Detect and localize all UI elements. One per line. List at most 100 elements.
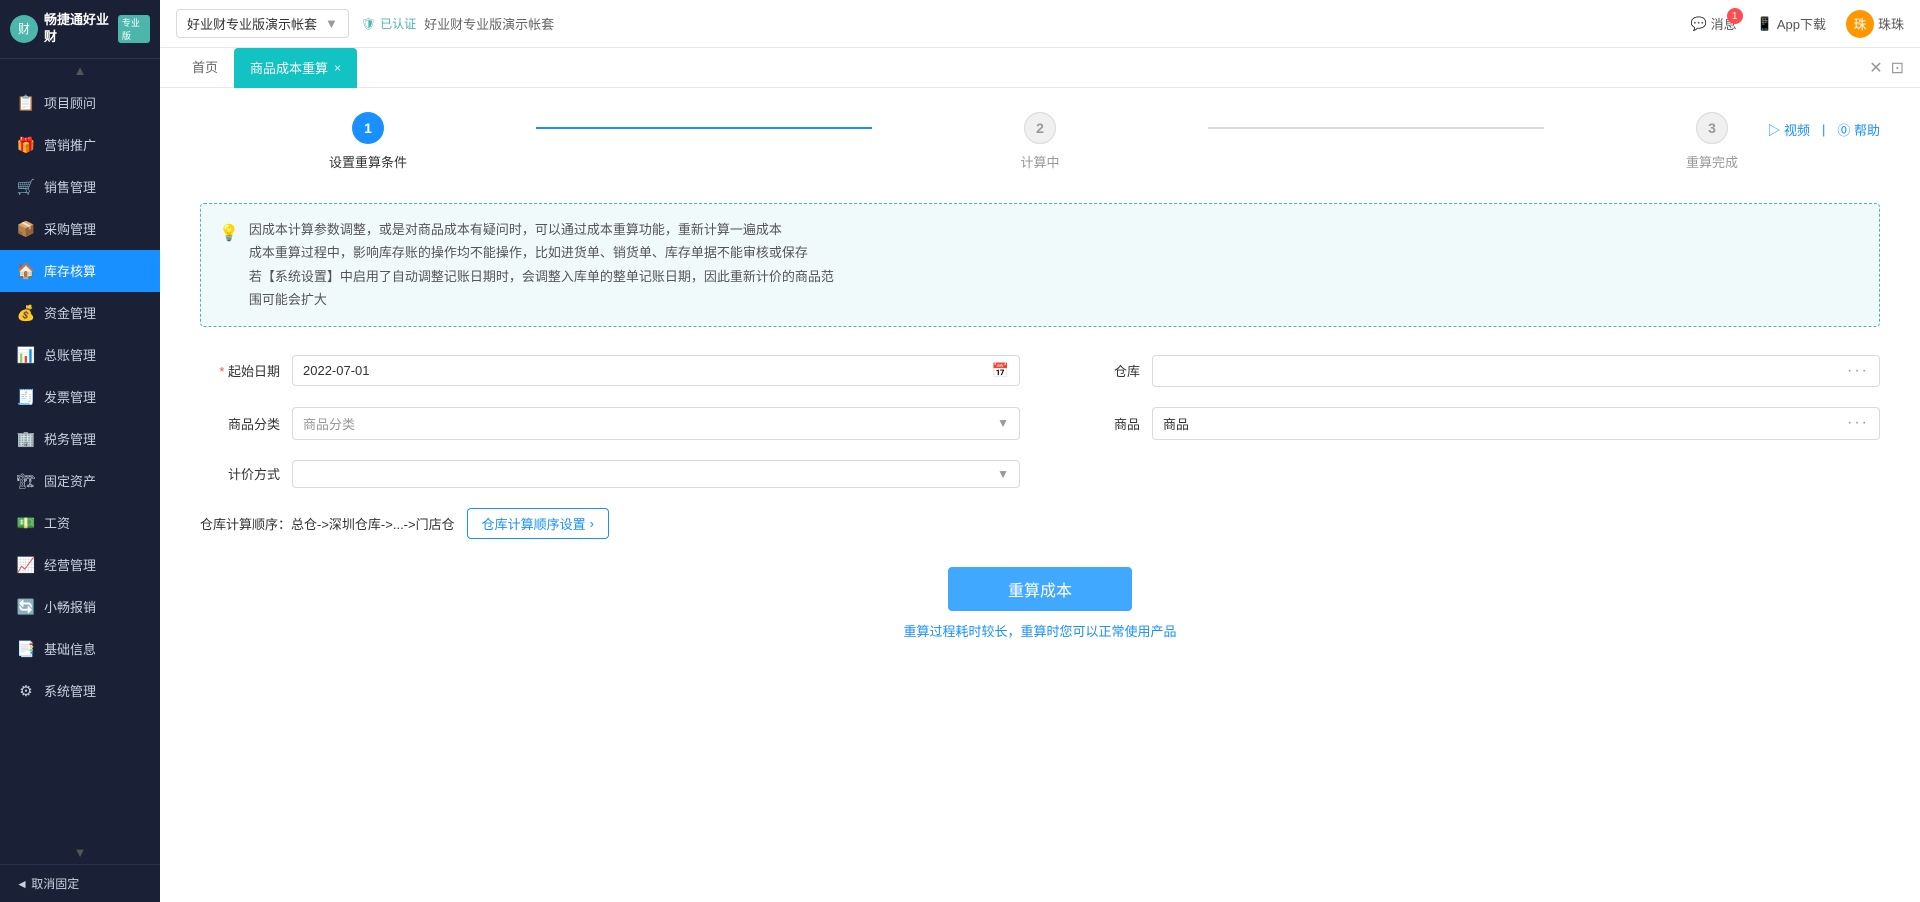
notice-line-4: 围可能会扩大 <box>249 288 834 311</box>
chevron-down-icon: ▼ <box>325 16 338 31</box>
step-1-label: 设置重算条件 <box>329 152 407 171</box>
tab-home-label: 首页 <box>192 57 218 76</box>
doc-help[interactable]: ⓪ 帮助 <box>1837 120 1880 139</box>
form-row-3: 计价方式 ▼ <box>200 460 1880 488</box>
sidebar-item-finance[interactable]: 💰 资金管理 <box>0 292 160 334</box>
step-2-circle: 2 <box>1024 112 1056 144</box>
pricing-select[interactable]: ▼ <box>292 460 1020 488</box>
message-action[interactable]: 💬 消息 1 <box>1690 14 1736 33</box>
chevron-down-icon: ▼ <box>997 416 1009 430</box>
sidebar-item-inventory[interactable]: 🏠 库存核算 <box>0 250 160 292</box>
step-1: 1 设置重算条件 <box>200 112 536 171</box>
notice-content: 因成本计算参数调整，或是对商品成本有疑问时，可以通过成本重算功能，重新计算一遍成… <box>249 218 834 312</box>
category-select[interactable]: 商品分类 ▼ <box>292 407 1020 440</box>
accounting-icon: 📊 <box>16 345 36 365</box>
scroll-down[interactable]: ▼ <box>0 841 160 864</box>
start-date-input[interactable]: 2022-07-01 📅 <box>292 355 1020 386</box>
product-field: 商品 商品 ··· <box>1060 407 1880 440</box>
shield-icon: 🛡 <box>361 17 376 31</box>
salary-icon: 💵 <box>16 513 36 533</box>
video-help[interactable]: ▷ 视频 <box>1767 120 1810 139</box>
step-3-circle: 3 <box>1696 112 1728 144</box>
tabs-bar: 首页 商品成本重算 × ✕ ⊡ <box>160 48 1920 88</box>
page-content: 1 设置重算条件 2 计算中 3 重算完成 ▷ 视频 | ⓪ <box>160 88 1920 902</box>
category-placeholder: 商品分类 <box>303 414 355 433</box>
sidebar-item-label: 营销推广 <box>44 135 96 154</box>
sidebar-item-purchase[interactable]: 📦 采购管理 <box>0 208 160 250</box>
sidebar-item-basic[interactable]: 📑 基础信息 <box>0 628 160 670</box>
operations-icon: 📈 <box>16 555 36 575</box>
step-2-label: 计算中 <box>1020 152 1059 171</box>
tabs-right-controls: ✕ ⊡ <box>1869 58 1904 78</box>
warehouse-order-label: 仓库计算顺序：总仓->深圳仓库->...->门店仓 <box>200 514 455 533</box>
sidebar-item-operations[interactable]: 📈 经营管理 <box>0 544 160 586</box>
unpin-sidebar[interactable]: ◄ 取消固定 <box>0 864 160 902</box>
sidebar-item-expense[interactable]: 🔄 小畅报销 <box>0 586 160 628</box>
sidebar-item-assets[interactable]: 🏗 固定资产 <box>0 460 160 502</box>
assets-icon: 🏗 <box>16 471 36 491</box>
recalculate-button[interactable]: 重算成本 <box>948 567 1132 611</box>
purchase-icon: 📦 <box>16 219 36 239</box>
header-actions: 💬 消息 1 📱 App下载 珠 珠珠 <box>1690 10 1904 38</box>
chevron-down-icon: ▼ <box>997 467 1009 481</box>
product-input[interactable]: 商品 ··· <box>1152 407 1880 440</box>
user-menu[interactable]: 珠 珠珠 <box>1846 10 1904 38</box>
warehouse-input[interactable]: ··· <box>1152 355 1880 387</box>
account-selector[interactable]: 好业财专业版演示帐套 ▼ <box>176 9 349 38</box>
tab-product-cost[interactable]: 商品成本重算 × <box>234 48 357 88</box>
tax-icon: 🏢 <box>16 429 36 449</box>
chevron-right-icon: › <box>590 516 594 531</box>
sidebar-item-label: 采购管理 <box>44 219 96 238</box>
notice-line-3: 若【系统设置】中启用了自动调整记账日期时，会调整入库单的整单记账日期，因此重新计… <box>249 265 834 288</box>
app-header: 好业财专业版演示帐套 ▼ 🛡 已认证 好业财专业版演示帐套 💬 消息 1 📱 A… <box>160 0 1920 48</box>
start-date-value: 2022-07-01 <box>303 363 370 378</box>
sidebar-item-label: 基础信息 <box>44 639 96 658</box>
logo-icon: 财 <box>10 15 38 43</box>
category-label: 商品分类 <box>200 414 280 433</box>
calendar-icon: 📅 <box>992 362 1009 379</box>
tab-close-icon[interactable]: × <box>334 61 341 75</box>
sidebar-item-label: 资金管理 <box>44 303 96 322</box>
warehouse-order-btn[interactable]: 仓库计算顺序设置 › <box>467 508 609 539</box>
verified-badge: 🛡 已认证 <box>361 15 416 32</box>
sidebar-item-system[interactable]: ⚙ 系统管理 <box>0 670 160 712</box>
marketing-icon: 🎁 <box>16 135 36 155</box>
sidebar-item-tax[interactable]: 🏢 税务管理 <box>0 418 160 460</box>
notice-line-2: 成本重算过程中，影响库存账的操作均不能操作，比如进货单、销货单、库存单据不能审核… <box>249 241 834 264</box>
steps-indicator: 1 设置重算条件 2 计算中 3 重算完成 ▷ 视频 | ⓪ <box>200 112 1880 171</box>
sidebar-item-invoice[interactable]: 🧾 发票管理 <box>0 376 160 418</box>
sidebar-logo: 财 畅捷通好业财 专业版 <box>0 0 160 59</box>
step-1-circle: 1 <box>352 112 384 144</box>
recalculate-section: 重算成本 重算过程耗时较长，重算时您可以正常使用产品 <box>200 567 1880 640</box>
message-icon: 💬 <box>1690 16 1706 32</box>
expand-icon[interactable]: ⊡ <box>1891 58 1904 78</box>
basic-icon: 📑 <box>16 639 36 659</box>
start-date-field: 起始日期 2022-07-01 📅 <box>200 355 1020 386</box>
form-row-2: 商品分类 商品分类 ▼ 商品 商品 ··· <box>200 407 1880 440</box>
step-2: 2 计算中 <box>872 112 1208 171</box>
account-display-name: 好业财专业版演示帐套 <box>424 14 554 33</box>
sidebar-item-salary[interactable]: 💵 工资 <box>0 502 160 544</box>
sidebar-item-project[interactable]: 📋 项目顾问 <box>0 82 160 124</box>
product-label: 商品 <box>1060 414 1140 433</box>
notification-badge: 1 <box>1727 8 1743 24</box>
sidebar-item-sales[interactable]: 🛒 销售管理 <box>0 166 160 208</box>
app-download-label: App下载 <box>1777 14 1826 33</box>
more-icon: ··· <box>1847 362 1869 380</box>
step-line-1 <box>536 127 872 129</box>
warehouse-order-btn-label: 仓库计算顺序设置 <box>482 514 586 533</box>
pricing-label: 计价方式 <box>200 464 280 483</box>
pricing-field: 计价方式 ▼ <box>200 460 1020 488</box>
sidebar-item-accounting[interactable]: 📊 总账管理 <box>0 334 160 376</box>
sidebar-item-label: 经营管理 <box>44 555 96 574</box>
warehouse-field: 仓库 ··· <box>1060 355 1880 387</box>
warehouse-order-row: 仓库计算顺序：总仓->深圳仓库->...->门店仓 仓库计算顺序设置 › <box>200 508 1880 539</box>
close-window-icon[interactable]: ✕ <box>1869 58 1882 78</box>
lightbulb-icon: 💡 <box>219 220 239 312</box>
app-download-action[interactable]: 📱 App下载 <box>1757 14 1826 33</box>
scroll-up[interactable]: ▲ <box>0 59 160 82</box>
sidebar-item-label: 税务管理 <box>44 429 96 448</box>
sidebar-item-label: 发票管理 <box>44 387 96 406</box>
tab-home[interactable]: 首页 <box>176 48 234 88</box>
sidebar-item-marketing[interactable]: 🎁 营销推广 <box>0 124 160 166</box>
